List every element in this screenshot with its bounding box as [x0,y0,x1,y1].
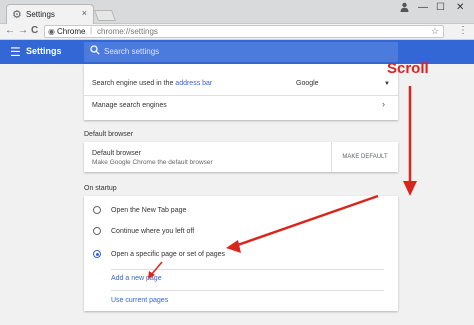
annotation-arrows [148,86,417,279]
scroll-arrow-head [403,181,417,196]
pointer-arrow-head [226,240,241,253]
add-page-arrow [150,261,163,276]
pointer-arrow [231,194,379,249]
